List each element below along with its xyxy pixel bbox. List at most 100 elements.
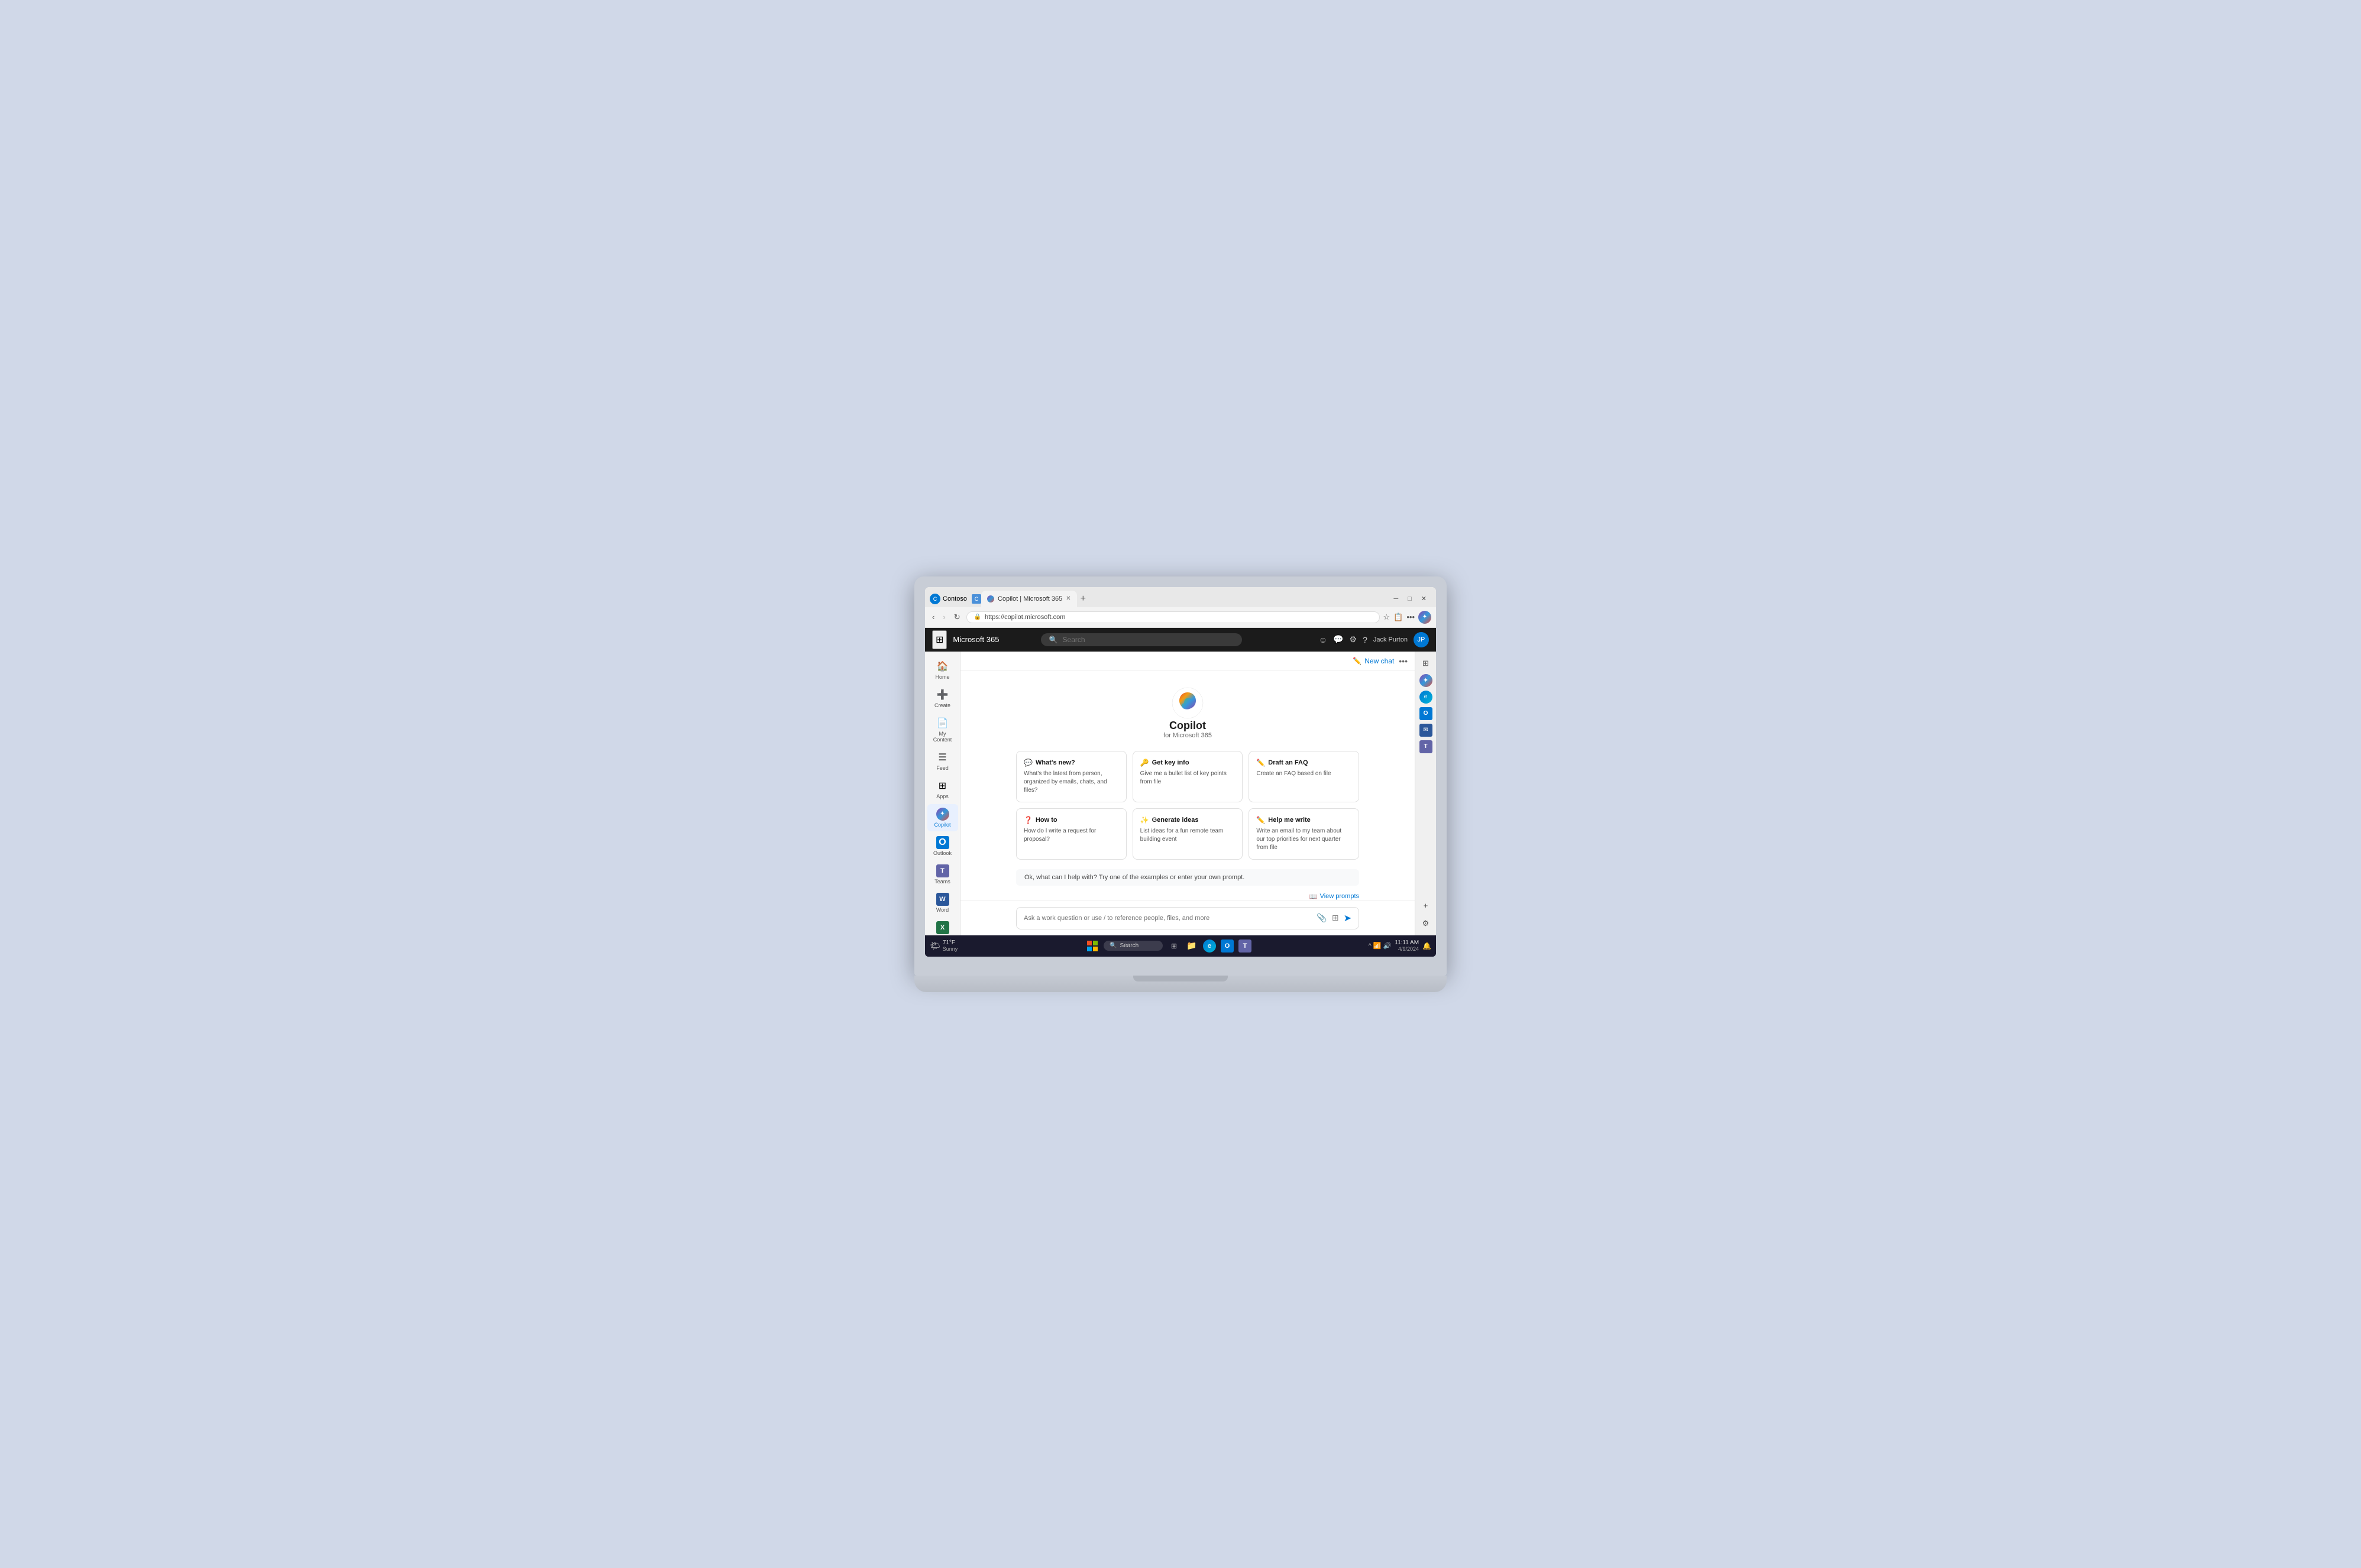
more-options-icon[interactable]: •••	[1399, 656, 1408, 666]
card-how-to[interactable]: ❓ How to How do I write a request for pr…	[1016, 808, 1127, 860]
tab-copilot-favicon	[987, 595, 994, 602]
card-get-key-info[interactable]: 🔑 Get key info Give me a bullet list of …	[1133, 751, 1243, 802]
taskbar-left: 🌤 71°F Sunny	[930, 939, 977, 952]
card-whats-new-title: 💬 What's new?	[1024, 759, 1119, 767]
taskbar-search[interactable]: 🔍 Search	[1104, 941, 1163, 951]
back-button[interactable]: ‹	[930, 611, 937, 623]
main-content: 🏠 Home ➕ Create 📄 My Content ☰	[925, 652, 1436, 935]
apps-icon: ⊞	[936, 779, 949, 792]
sidebar-label-teams: Teams	[934, 879, 950, 885]
forward-button[interactable]: ›	[940, 611, 947, 623]
sidebar-settings-icon[interactable]: ⚙	[1419, 916, 1433, 931]
user-avatar[interactable]: JP	[1414, 632, 1429, 647]
date: 4/9/2024	[1395, 946, 1419, 952]
new-chat-label: New chat	[1364, 657, 1394, 665]
address-bar[interactable]: 🔒 https://copilot.microsoft.com	[966, 611, 1380, 623]
collections-icon[interactable]: 📋	[1393, 613, 1403, 622]
search-icon: 🔍	[1049, 636, 1058, 644]
favorites-icon[interactable]: ☆	[1383, 613, 1390, 622]
laptop: C Contoso C Copilot | Microsoft 365 ✕ + …	[914, 576, 1447, 992]
sidebar-mail-icon[interactable]: ✉	[1419, 724, 1432, 737]
send-button[interactable]: ➤	[1344, 912, 1351, 924]
close-button[interactable]: ✕	[1416, 594, 1431, 604]
new-chat-button[interactable]: ✏️ New chat	[1353, 657, 1394, 665]
sidebar-item-word[interactable]: W Word	[927, 889, 958, 916]
sidebar-expand-icon[interactable]: ⊞	[1419, 656, 1433, 670]
info-message: Ok, what can I help with? Try one of the…	[1016, 869, 1359, 886]
lock-icon: 🔒	[974, 614, 981, 620]
taskbar-file-explorer[interactable]: 📁	[1185, 939, 1198, 953]
app-title: Microsoft 365	[953, 635, 999, 644]
notification-icon[interactable]: 🔔	[1422, 942, 1431, 950]
sidebar-item-copilot[interactable]: ✦ Copilot	[927, 804, 958, 831]
start-button[interactable]	[1086, 939, 1099, 953]
waffle-menu-button[interactable]: ⊞	[932, 630, 947, 649]
minimize-button[interactable]: ─	[1389, 594, 1403, 604]
card-generate-ideas-desc: List ideas for a fun remote team buildin…	[1140, 827, 1236, 844]
card-help-me-write[interactable]: ✏️ Help me write Write an email to my te…	[1249, 808, 1359, 860]
header-search-box[interactable]: 🔍	[1041, 633, 1242, 646]
time: 11:11 AM	[1395, 939, 1419, 946]
sidebar-label-copilot: Copilot	[934, 822, 950, 828]
sidebar-item-outlook[interactable]: O Outlook	[927, 832, 958, 860]
task-view-button[interactable]: ⊞	[1167, 939, 1180, 953]
laptop-base	[914, 976, 1447, 992]
excel-icon: X	[936, 921, 949, 934]
header-search-input[interactable]	[1063, 636, 1234, 644]
browser-profile: C Contoso	[930, 594, 967, 604]
attachment-icon[interactable]: 📎	[1317, 913, 1327, 923]
sidebar-item-apps[interactable]: ⊞ Apps	[927, 776, 958, 803]
taskbar-outlook[interactable]: O	[1221, 939, 1234, 953]
tab-close-button[interactable]: ✕	[1066, 595, 1070, 602]
card-get-key-info-desc: Give me a bullet list of key points from…	[1140, 770, 1236, 786]
taskbar-right: ^ 📶 🔊 11:11 AM 4/9/2024 🔔	[1360, 939, 1431, 952]
help-me-write-icon: ✏️	[1256, 816, 1265, 824]
whats-new-icon: 💬	[1024, 759, 1033, 767]
copilot-body: Copilot for Microsoft 365 💬 What's new?	[960, 671, 1415, 900]
taskbar-browser[interactable]: e	[1203, 939, 1216, 953]
card-generate-ideas[interactable]: ✨ Generate ideas List ideas for a fun re…	[1133, 808, 1243, 860]
taskbar-teams[interactable]: T	[1238, 939, 1251, 953]
browser-tab-bar: C Contoso C Copilot | Microsoft 365 ✕ + …	[925, 587, 1436, 607]
browser-favicon: C	[972, 594, 981, 604]
edge-copilot-icon[interactable]: ✦	[1418, 611, 1431, 624]
sidebar-teams-icon[interactable]: T	[1419, 740, 1432, 753]
window-controls: ─ □ ✕	[1389, 594, 1431, 604]
sidebar-item-my-content[interactable]: 📄 My Content	[927, 713, 958, 746]
sidebar-outlook-icon[interactable]: O	[1419, 707, 1432, 720]
sidebar-label-my-content: My Content	[930, 731, 956, 743]
screen-bezel: C Contoso C Copilot | Microsoft 365 ✕ + …	[914, 576, 1447, 976]
sidebar-edge-icon[interactable]: e	[1419, 691, 1432, 704]
card-draft-faq[interactable]: ✏️ Draft an FAQ Create an FAQ based on f…	[1249, 751, 1359, 802]
chat-icon[interactable]: 💬	[1333, 634, 1343, 644]
sidebar-copilot-icon[interactable]: ✦	[1419, 674, 1432, 687]
sidebar-item-excel[interactable]: X Excel	[927, 918, 958, 935]
view-prompts-button[interactable]: 📖 View prompts	[1016, 893, 1359, 900]
windows-taskbar: 🌤 71°F Sunny 🔍 Search ⊞	[925, 935, 1436, 957]
copilot-subtitle: for Microsoft 365	[1163, 732, 1212, 739]
chat-input[interactable]	[1024, 915, 1312, 922]
maximize-button[interactable]: □	[1403, 594, 1416, 604]
new-chat-icon: ✏️	[1353, 657, 1361, 665]
card-get-key-info-title: 🔑 Get key info	[1140, 759, 1236, 767]
help-icon[interactable]: ?	[1363, 635, 1367, 644]
copilot-input-area: 📎 ⊞ ➤	[960, 900, 1415, 935]
sidebar-add-icon[interactable]: +	[1419, 899, 1433, 913]
smiley-icon[interactable]: ☺	[1319, 635, 1327, 644]
sidebar-item-create[interactable]: ➕ Create	[927, 685, 958, 712]
how-to-icon: ❓	[1024, 816, 1033, 824]
sidebar-item-feed[interactable]: ☰ Feed	[927, 747, 958, 775]
my-content-icon: 📄	[936, 717, 949, 730]
card-whats-new[interactable]: 💬 What's new? What's the latest from per…	[1016, 751, 1127, 802]
copilot-main-area: ✏️ New chat •••	[960, 652, 1415, 935]
grid-icon[interactable]: ⊞	[1332, 913, 1339, 923]
refresh-button[interactable]: ↻	[952, 611, 963, 623]
sidebar-item-teams[interactable]: T Teams	[927, 861, 958, 888]
new-tab-button[interactable]: +	[1077, 594, 1089, 604]
browser-tab-active[interactable]: Copilot | Microsoft 365 ✕	[981, 591, 1077, 607]
copilot-logo	[1171, 686, 1204, 720]
sidebar-item-home[interactable]: 🏠 Home	[927, 656, 958, 683]
browser-menu-icon[interactable]: •••	[1406, 613, 1415, 621]
weather-info: 71°F Sunny	[943, 939, 958, 952]
settings-icon[interactable]: ⚙	[1350, 634, 1357, 644]
